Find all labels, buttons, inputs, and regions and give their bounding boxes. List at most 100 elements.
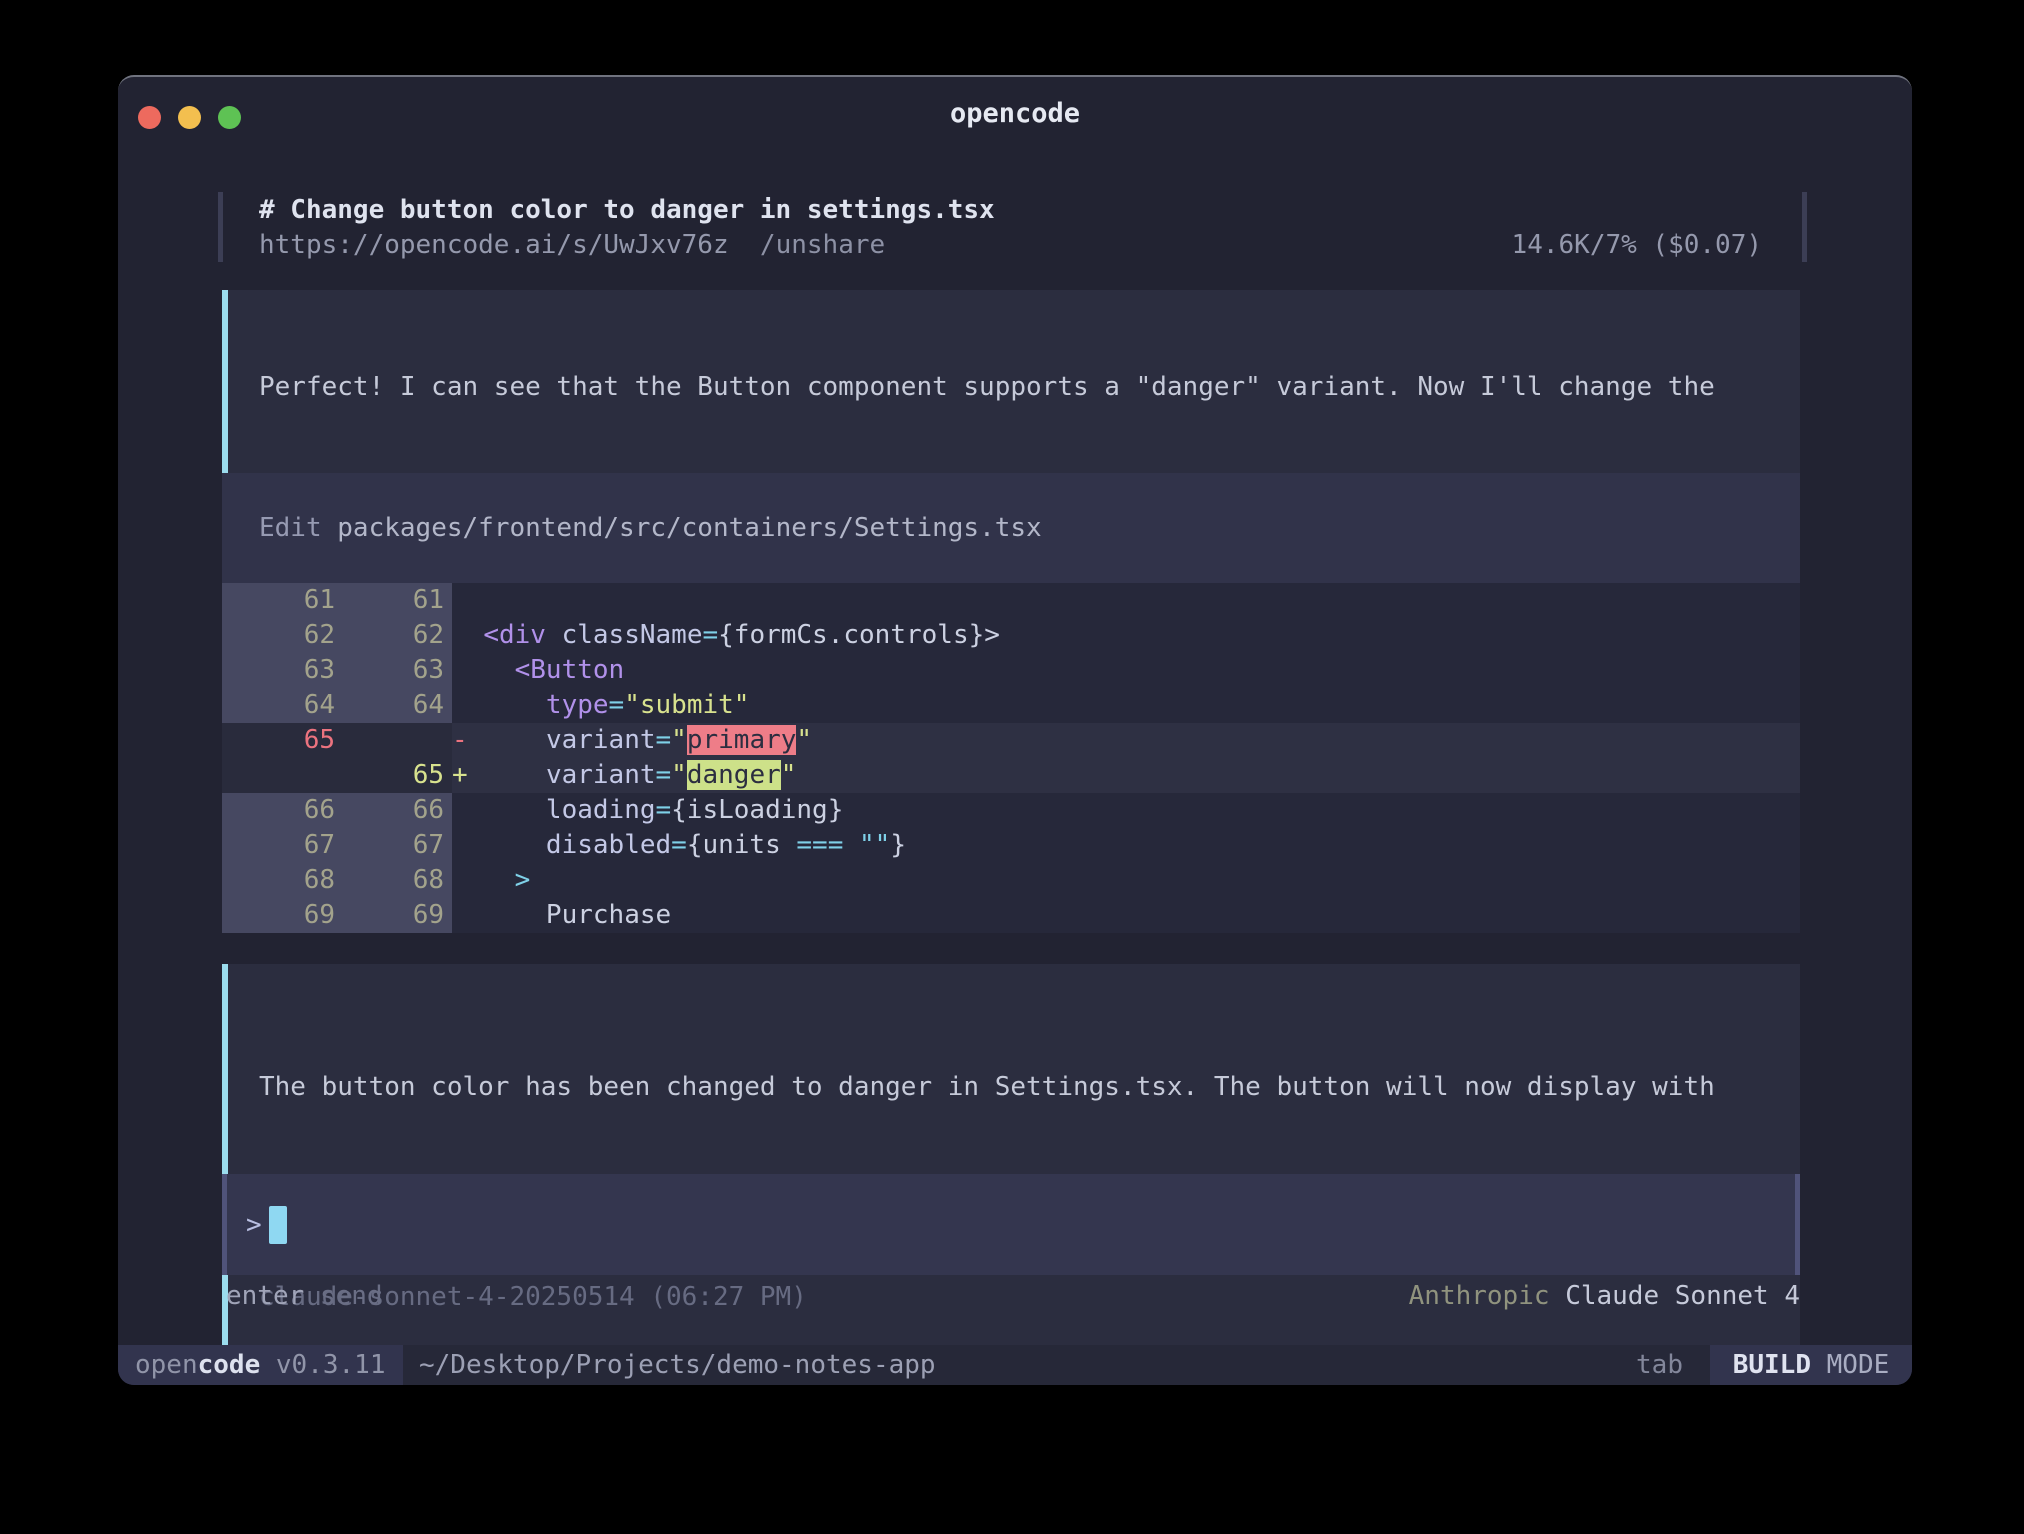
old-line-number: 66 bbox=[222, 793, 335, 828]
code-token bbox=[452, 690, 546, 720]
unshare-command[interactable]: /unshare bbox=[760, 230, 885, 260]
diff-gutter: 6666 bbox=[222, 793, 452, 828]
code-token: " bbox=[671, 760, 687, 790]
old-line-number: 65 bbox=[222, 723, 335, 758]
diff-gutter: 6363 bbox=[222, 653, 452, 688]
new-line-number: 62 bbox=[335, 618, 444, 653]
code-token: - bbox=[452, 725, 468, 755]
old-line-number: 68 bbox=[222, 863, 335, 898]
code-token: danger bbox=[687, 760, 781, 790]
code-token bbox=[452, 795, 546, 825]
new-line-number: 64 bbox=[335, 688, 444, 723]
diff-row: 6363 <Button bbox=[222, 653, 1800, 688]
new-line-number bbox=[335, 723, 444, 758]
old-line-number: 64 bbox=[222, 688, 335, 723]
code-token: {isLoading} bbox=[671, 795, 843, 825]
old-line-number: 61 bbox=[222, 583, 335, 618]
send-action-label: send bbox=[304, 1281, 382, 1311]
code-token: === bbox=[796, 830, 843, 860]
code-token bbox=[452, 865, 515, 895]
old-line-number: 62 bbox=[222, 618, 335, 653]
diff-code-line: <div className={formCs.controls}> bbox=[452, 618, 1800, 653]
old-line-number bbox=[222, 758, 335, 793]
code-token: variant bbox=[546, 725, 656, 755]
code-token: <div bbox=[483, 620, 546, 650]
diff-row: 6767 disabled={units === ""} bbox=[222, 828, 1800, 863]
code-token: = bbox=[656, 760, 672, 790]
prompt-symbol: > bbox=[246, 1210, 262, 1240]
code-token: " bbox=[671, 725, 687, 755]
diff-row: 6464 type="submit" bbox=[222, 688, 1800, 723]
mode-chip: BUILD MODE bbox=[1710, 1345, 1912, 1385]
diff-row: 6868 > bbox=[222, 863, 1800, 898]
new-line-number: 67 bbox=[335, 828, 444, 863]
hint-bar: enter send Anthropic Claude Sonnet 4 bbox=[222, 1279, 1800, 1314]
diff-gutter: 65 bbox=[222, 758, 452, 793]
edited-file-path: packages/frontend/src/containers/Setting… bbox=[337, 513, 1041, 543]
code-token: disabled bbox=[546, 830, 671, 860]
share-url[interactable]: https://opencode.ai/s/UwJxv76z bbox=[259, 230, 729, 260]
tab-key-hint: tab bbox=[1636, 1345, 1683, 1385]
code-token bbox=[452, 900, 546, 930]
diff-code-line: type="submit" bbox=[452, 688, 1800, 723]
code-token: <Button bbox=[515, 655, 625, 685]
diff-row: 65+ variant="danger" bbox=[222, 758, 1800, 793]
code-token: "submit" bbox=[624, 690, 749, 720]
code-token bbox=[468, 725, 546, 755]
model-name: Claude Sonnet 4 bbox=[1565, 1281, 1800, 1311]
code-token: > bbox=[984, 620, 1000, 650]
app-name-bold: code bbox=[198, 1350, 261, 1380]
diff-gutter: 6464 bbox=[222, 688, 452, 723]
new-line-number: 68 bbox=[335, 863, 444, 898]
close-button[interactable] bbox=[138, 106, 161, 129]
code-token bbox=[452, 655, 515, 685]
old-line-number: 69 bbox=[222, 898, 335, 933]
code-token: " bbox=[796, 725, 812, 755]
edit-tool-block: Edit packages/frontend/src/containers/Se… bbox=[222, 473, 1800, 933]
zoom-button[interactable] bbox=[218, 106, 241, 129]
new-line-number: 63 bbox=[335, 653, 444, 688]
code-token: variant bbox=[546, 760, 656, 790]
tool-name: Edit bbox=[259, 513, 337, 543]
message-line: The button color has been changed to dan… bbox=[259, 1070, 1800, 1105]
code-token: loading bbox=[546, 795, 656, 825]
diff-code-line: - variant="primary" bbox=[452, 723, 1800, 758]
prompt-input[interactable]: > bbox=[222, 1174, 1800, 1275]
url-gap bbox=[729, 230, 760, 260]
code-token bbox=[452, 830, 546, 860]
enter-key-hint: enter bbox=[226, 1281, 304, 1311]
window-title: opencode bbox=[118, 77, 1912, 151]
minimize-button[interactable] bbox=[178, 106, 201, 129]
session-header: # Change button color to danger in setti… bbox=[218, 192, 1807, 262]
code-token: type bbox=[546, 690, 609, 720]
diff-row: 65 - variant="primary" bbox=[222, 723, 1800, 758]
diff-gutter: 6767 bbox=[222, 828, 452, 863]
new-line-number: 66 bbox=[335, 793, 444, 828]
diff-code-line: disabled={units === ""} bbox=[452, 828, 1800, 863]
diff-gutter: 6969 bbox=[222, 898, 452, 933]
model-indicator: Anthropic Claude Sonnet 4 bbox=[1409, 1279, 1800, 1314]
opencode-terminal-window: opencode # Change button color to danger… bbox=[118, 75, 1912, 1385]
share-url-line: https://opencode.ai/s/UwJxv76z /unshare bbox=[259, 228, 885, 263]
code-token: = bbox=[609, 690, 625, 720]
app-name-normal: open bbox=[135, 1350, 198, 1380]
code-token: = bbox=[656, 725, 672, 755]
title-bar: opencode bbox=[118, 77, 1912, 147]
code-token: Purchase bbox=[546, 900, 671, 930]
diff-row: 6262 <div className={formCs.controls}> bbox=[222, 618, 1800, 653]
app-version: v0.3.11 bbox=[260, 1350, 385, 1380]
working-directory: ~/Desktop/Projects/demo-notes-app bbox=[419, 1345, 936, 1385]
diff-row: 6969 Purchase bbox=[222, 898, 1800, 933]
code-token: {formCs.controls} bbox=[718, 620, 984, 650]
provider-name: Anthropic bbox=[1409, 1281, 1566, 1311]
app-version-chip: opencode v0.3.11 bbox=[118, 1345, 403, 1385]
old-line-number: 63 bbox=[222, 653, 335, 688]
mode-name-bold: BUILD bbox=[1733, 1350, 1811, 1380]
code-token: "" bbox=[859, 830, 890, 860]
diff-row: 6666 loading={isLoading} bbox=[222, 793, 1800, 828]
code-token: = bbox=[702, 620, 718, 650]
diff-code-line: Purchase bbox=[452, 898, 1800, 933]
message-line: Perfect! I can see that the Button compo… bbox=[259, 370, 1800, 405]
diff-code-line: > bbox=[452, 863, 1800, 898]
diff-gutter: 6262 bbox=[222, 618, 452, 653]
